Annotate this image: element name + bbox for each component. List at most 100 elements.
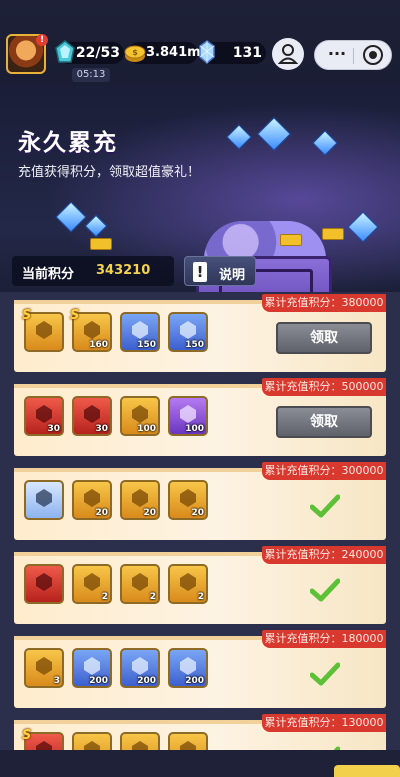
claimed-check-icon — [310, 494, 340, 518]
gem-counter[interactable]: 131 — [199, 40, 266, 64]
tier-requirement-ribbon: 累计充值积分：240000 — [262, 546, 386, 564]
gold-ticket-icon[interactable] — [168, 732, 208, 750]
capsule-divider — [353, 48, 354, 64]
red-gear-crate-icon[interactable]: S — [22, 728, 64, 750]
reward-item-glyph — [84, 741, 100, 750]
blue-ticket-icon[interactable]: 200 — [72, 648, 112, 688]
crystal-decoration — [312, 130, 338, 156]
close-miniprogram-icon[interactable] — [363, 45, 383, 65]
stamina-icon — [55, 40, 75, 63]
gold-value: 3.841m — [146, 45, 201, 60]
blue-hex-token-icon[interactable]: 150 — [120, 312, 160, 352]
reward-item-glyph — [84, 573, 100, 591]
gold-bar-decoration — [280, 234, 302, 246]
reward-tier-list[interactable]: 累计充值积分：380000 S S 160 150 150 领取 累计充值积分：500000 3… — [0, 292, 400, 750]
gold-ticket-icon[interactable]: 20 — [72, 480, 112, 520]
s-rank-badge: S — [22, 728, 32, 743]
s-rank-badge: S — [70, 308, 80, 323]
exclamation-icon: ! — [193, 262, 207, 282]
tier-requirement-ribbon: 累计充值积分：180000 — [262, 630, 386, 648]
claim-button[interactable]: 领取 — [276, 406, 372, 438]
reward-item-glyph — [36, 489, 52, 507]
reward-item-count: 100 — [137, 424, 156, 434]
reward-item-count: 150 — [137, 340, 156, 350]
reward-item-count: 2 — [197, 592, 204, 602]
reward-tier-card: 累计充值积分：180000 3 200 200 200 — [14, 630, 386, 708]
s-rank-badge: S — [22, 308, 32, 323]
help-button-label: 说明 — [219, 268, 246, 283]
reward-item-glyph — [36, 321, 52, 339]
reward-item-count: 30 — [95, 424, 108, 434]
reward-item-glyph — [36, 657, 52, 675]
gold-ticket-icon[interactable]: 20 — [120, 480, 160, 520]
current-points-label: 当前积分 — [22, 267, 75, 282]
reward-item-glyph — [84, 321, 100, 339]
crystal-decoration — [257, 117, 291, 151]
hero-portrait-icon[interactable] — [24, 480, 64, 520]
reward-item-glyph — [132, 573, 148, 591]
gold-counter[interactable]: $ 3.841m — [124, 42, 201, 64]
reward-tier-card: 累计充值积分：380000 S S 160 150 150 领取 — [14, 294, 386, 372]
reward-item-glyph — [180, 321, 196, 339]
claimed-check-icon — [310, 578, 340, 602]
profile-button[interactable] — [272, 38, 304, 70]
blue-ticket-icon[interactable]: 200 — [168, 648, 208, 688]
gold-coin-icon: $ — [124, 45, 146, 62]
teal-chest-icon[interactable]: 2 — [168, 564, 208, 604]
reward-item-count: 2 — [101, 592, 108, 602]
reward-item-count: 150 — [185, 340, 204, 350]
gold-emblem-icon[interactable]: 100 — [120, 396, 160, 436]
reward-item-glyph — [180, 657, 196, 675]
person-icon — [277, 44, 299, 64]
reward-item-count: 30 — [47, 424, 60, 434]
teal-chest-icon[interactable]: 2 — [72, 564, 112, 604]
svg-text:$: $ — [132, 48, 138, 57]
purple-emblem-icon[interactable]: 100 — [168, 396, 208, 436]
gold-ticket-icon[interactable]: 20 — [168, 480, 208, 520]
reward-item-glyph — [36, 573, 52, 591]
claim-button[interactable]: 领取 — [276, 322, 372, 354]
gold-ticket-icon[interactable] — [120, 732, 160, 750]
reward-item-glyph — [180, 489, 196, 507]
laser-sword-icon[interactable] — [24, 564, 64, 604]
reward-item-count: 20 — [95, 508, 108, 518]
reward-tier-card: 累计充值积分：500000 30 30 100 100 领取 — [14, 378, 386, 456]
claimed-check-icon — [310, 662, 340, 686]
teal-chest-icon[interactable]: 2 — [120, 564, 160, 604]
reward-item-count: 200 — [185, 676, 204, 686]
event-subtitle: 充值获得积分，领取超值豪礼！ — [18, 165, 201, 180]
help-button[interactable]: ! 说明 — [184, 256, 256, 286]
blue-ticket-icon[interactable]: 200 — [120, 648, 160, 688]
avatar-alert-badge: ! — [36, 34, 48, 46]
tier-requirement-ribbon: 累计充值积分：130000 — [262, 714, 386, 732]
reward-tier-card: 累计充值积分：130000 S — [14, 714, 386, 750]
reward-item-glyph — [180, 741, 196, 750]
current-points-panel: 当前积分 343210 — [12, 256, 174, 286]
reward-tier-card: 累计充值积分：300000 20 20 20 — [14, 462, 386, 540]
current-points-value: 343210 — [96, 263, 151, 278]
crystal-decoration — [84, 214, 108, 238]
tier-requirement-ribbon: 累计充值积分：500000 — [262, 378, 386, 396]
gold-bar-decoration — [322, 228, 344, 240]
reward-item-glyph — [132, 489, 148, 507]
gold-ticket-icon[interactable] — [72, 732, 112, 750]
reward-item-glyph — [36, 405, 52, 423]
reward-item-glyph — [132, 321, 148, 339]
crystal-decoration — [55, 201, 87, 233]
purple-gear-crate-icon[interactable]: S 160 — [70, 308, 112, 352]
blue-hex-token-icon[interactable]: 150 — [168, 312, 208, 352]
miniprogram-capsule: ··· — [314, 40, 392, 70]
reward-item-glyph — [132, 405, 148, 423]
more-options-icon[interactable]: ··· — [325, 45, 349, 65]
gold-crate-icon[interactable]: 3 — [24, 648, 64, 688]
red-heart-shard-icon[interactable]: 30 — [72, 396, 112, 436]
reward-item-count: 160 — [89, 340, 108, 350]
stamina-counter[interactable]: 22/53 — [55, 40, 124, 64]
red-armor-shard-icon[interactable]: 30 — [24, 396, 64, 436]
reward-item-glyph — [180, 405, 196, 423]
crystal-icon — [199, 40, 215, 64]
red-gear-crate-icon[interactable]: S — [22, 308, 64, 352]
reward-item-glyph — [132, 657, 148, 675]
bottom-tab-handle[interactable] — [334, 765, 400, 777]
reward-item-count: 200 — [137, 676, 156, 686]
